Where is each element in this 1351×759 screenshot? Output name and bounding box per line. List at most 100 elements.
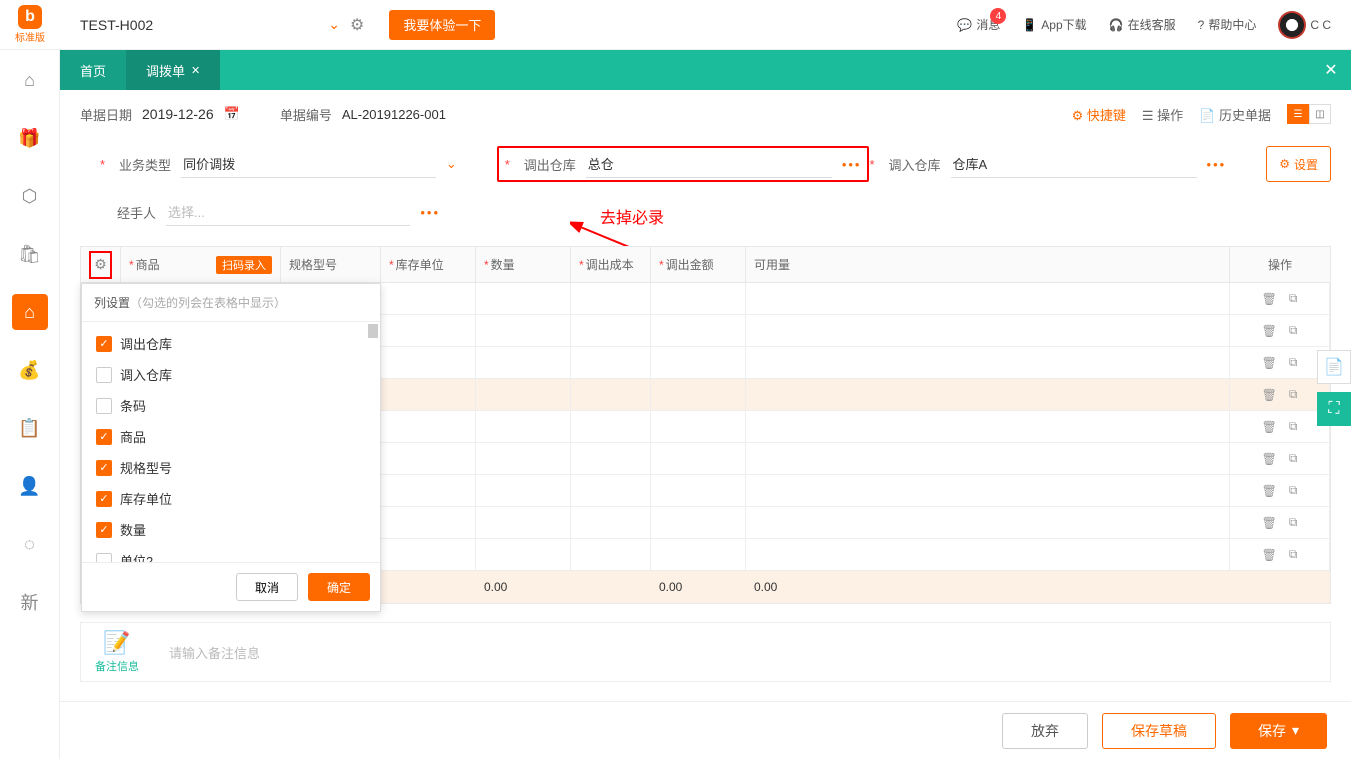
- column-option[interactable]: ✓规格型号: [82, 452, 380, 483]
- delete-icon[interactable]: 🗑: [1262, 420, 1277, 434]
- checkbox-icon: ✓: [96, 336, 112, 352]
- checkbox-icon: ✓: [96, 460, 112, 476]
- nav-money-icon[interactable]: 💰: [12, 352, 48, 388]
- nav-node-icon[interactable]: ◌: [12, 526, 48, 562]
- cancel-button[interactable]: 取消: [236, 573, 298, 601]
- rail-note-icon[interactable]: 📄: [1317, 350, 1351, 384]
- gear-icon[interactable]: ⚙: [350, 15, 364, 35]
- delete-icon[interactable]: 🗑: [1262, 516, 1277, 530]
- org-selector[interactable]: TEST-H002 ⌄: [80, 10, 340, 40]
- copy-icon[interactable]: ⧉: [1289, 547, 1298, 562]
- field-out-warehouse[interactable]: *调出仓库 总仓 •••: [497, 146, 870, 182]
- chevron-down-icon: ⌄: [446, 156, 457, 172]
- remark-area[interactable]: 📝备注信息 请输入备注信息: [80, 622, 1331, 682]
- remark-icon: 📝备注信息: [95, 630, 139, 674]
- column-settings-popup: 列设置（勾选的列会在表格中显示） ✓调出仓库调入仓库条码✓商品✓规格型号✓库存单…: [81, 283, 381, 612]
- settings-button[interactable]: ⚙ 设置: [1266, 146, 1331, 182]
- delete-icon[interactable]: 🗑: [1262, 388, 1277, 402]
- messages-link[interactable]: 💬消息 4: [957, 16, 1000, 33]
- docno-label: 单据编号: [280, 105, 332, 124]
- nav-clipboard-icon[interactable]: 📋: [12, 410, 48, 446]
- delete-icon[interactable]: 🗑: [1262, 292, 1277, 306]
- copy-icon[interactable]: ⧉: [1289, 451, 1298, 466]
- ops-link[interactable]: ☰ 操作: [1142, 105, 1183, 124]
- delete-icon[interactable]: 🗑: [1262, 548, 1277, 562]
- view-toggle[interactable]: ☰ ◫: [1287, 104, 1331, 124]
- date-value[interactable]: 2019-12-26: [142, 106, 214, 122]
- save-button[interactable]: 保存 ▾: [1230, 713, 1327, 749]
- confirm-button[interactable]: 确定: [308, 573, 370, 601]
- nav-gift-icon[interactable]: 🎁: [12, 120, 48, 156]
- more-icon[interactable]: •••: [420, 205, 440, 220]
- remark-input[interactable]: 请输入备注信息: [169, 643, 260, 662]
- tab-home[interactable]: 首页: [60, 50, 126, 90]
- nav-shop-icon[interactable]: ⬡: [12, 178, 48, 214]
- tab-transfer-order[interactable]: 调拨单✕: [126, 50, 220, 90]
- field-biz-type[interactable]: *业务类型 同价调拨 ⌄: [100, 146, 497, 182]
- column-option[interactable]: 条码: [82, 390, 380, 421]
- close-icon[interactable]: ✕: [191, 64, 200, 77]
- trial-button[interactable]: 我要体验一下: [389, 10, 495, 40]
- copy-icon[interactable]: ⧉: [1289, 419, 1298, 434]
- copy-icon[interactable]: ⧉: [1289, 291, 1298, 306]
- checkbox-icon: ✓: [96, 522, 112, 538]
- scrollbar-thumb[interactable]: [368, 324, 378, 338]
- date-label: 单据日期: [80, 105, 132, 124]
- headset-icon: 🎧: [1109, 18, 1124, 32]
- delete-icon[interactable]: 🗑: [1262, 356, 1277, 370]
- app-download-link[interactable]: 📱App下载: [1022, 16, 1086, 33]
- annotation-text: 去掉必录: [600, 204, 664, 228]
- field-in-warehouse[interactable]: *调入仓库 仓库A •••: [869, 146, 1266, 182]
- col-out-cost: *调出成本: [571, 247, 651, 282]
- help-link[interactable]: ?帮助中心: [1198, 16, 1257, 33]
- user-menu[interactable]: C C: [1278, 11, 1331, 39]
- nav-home-icon[interactable]: ⌂: [12, 62, 48, 98]
- avatar: [1278, 11, 1306, 39]
- calendar-icon[interactable]: 📅: [224, 106, 240, 122]
- more-icon[interactable]: •••: [842, 157, 862, 172]
- field-handler[interactable]: 经手人 选择... •••: [100, 198, 480, 226]
- column-option[interactable]: 调入仓库: [82, 359, 380, 390]
- tabs-close-all[interactable]: ✕: [1311, 50, 1351, 90]
- nav-warehouse-icon[interactable]: ⌂: [12, 294, 48, 330]
- column-option[interactable]: 单位2: [82, 545, 380, 562]
- topbar: b 标准版 TEST-H002 ⌄ ⚙ 我要体验一下 💬消息 4 📱App下载 …: [0, 0, 1351, 50]
- nav-bag-icon[interactable]: 🛍: [12, 236, 48, 272]
- support-link[interactable]: 🎧在线客服: [1109, 16, 1176, 33]
- copy-icon[interactable]: ⧉: [1289, 483, 1298, 498]
- checkbox-icon: [96, 398, 112, 414]
- copy-icon[interactable]: ⧉: [1289, 355, 1298, 370]
- scan-input-button[interactable]: 扫码录入: [216, 256, 272, 274]
- checkbox-icon: ✓: [96, 491, 112, 507]
- history-link[interactable]: 📄 历史单据: [1199, 105, 1271, 124]
- save-draft-button[interactable]: 保存草稿: [1102, 713, 1216, 749]
- nav-contact-icon[interactable]: 👤: [12, 468, 48, 504]
- column-option[interactable]: ✓商品: [82, 421, 380, 452]
- message-badge: 4: [990, 8, 1006, 24]
- col-avail: 可用量: [746, 247, 1230, 282]
- copy-icon[interactable]: ⧉: [1289, 387, 1298, 402]
- copy-icon[interactable]: ⧉: [1289, 515, 1298, 530]
- chevron-down-icon: ▾: [1292, 722, 1299, 739]
- checkbox-icon: [96, 367, 112, 383]
- delete-icon[interactable]: 🗑: [1262, 452, 1277, 466]
- grid-view-icon[interactable]: ◫: [1309, 104, 1331, 124]
- discard-button[interactable]: 放弃: [1002, 713, 1088, 749]
- column-option[interactable]: ✓数量: [82, 514, 380, 545]
- copy-icon[interactable]: ⧉: [1289, 323, 1298, 338]
- column-option[interactable]: ✓库存单位: [82, 483, 380, 514]
- list-view-icon[interactable]: ☰: [1287, 104, 1309, 124]
- checkbox-icon: [96, 553, 112, 563]
- more-icon[interactable]: •••: [1207, 157, 1227, 172]
- rail-expand-icon[interactable]: ⛶: [1317, 392, 1351, 426]
- shortcut-link[interactable]: ⚙ 快捷键: [1072, 105, 1126, 124]
- total-avail: 0.00: [746, 571, 1230, 603]
- delete-icon[interactable]: 🗑: [1262, 324, 1277, 338]
- col-unit: *库存单位: [381, 247, 476, 282]
- column-settings-button[interactable]: ⚙: [81, 247, 121, 282]
- col-product: *商品扫码录入: [121, 247, 281, 282]
- column-option[interactable]: ✓调出仓库: [82, 328, 380, 359]
- tab-bar: 首页 调拨单✕ ✕: [60, 50, 1351, 90]
- nav-new-icon[interactable]: 新: [12, 584, 48, 620]
- delete-icon[interactable]: 🗑: [1262, 484, 1277, 498]
